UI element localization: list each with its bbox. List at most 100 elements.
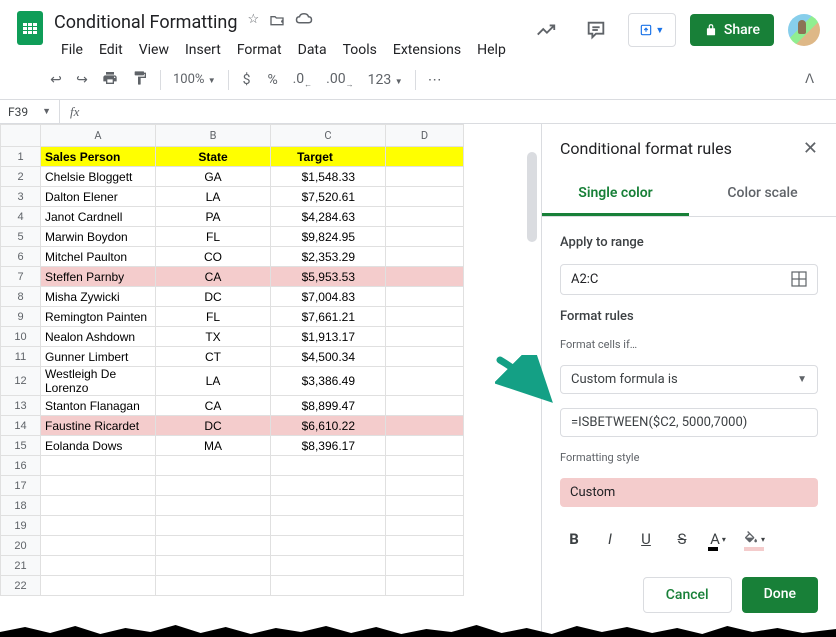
cell[interactable]: $1,913.17 bbox=[271, 327, 386, 347]
cell[interactable] bbox=[156, 556, 271, 576]
cell[interactable]: Target bbox=[271, 147, 386, 167]
row-header[interactable]: 18 bbox=[1, 496, 41, 516]
fill-color-button[interactable]: ▾ bbox=[740, 525, 768, 553]
decrease-decimal-button[interactable]: .0← bbox=[287, 65, 319, 95]
underline-button[interactable]: U bbox=[632, 525, 660, 553]
range-input[interactable]: A2:C bbox=[560, 264, 818, 295]
cell[interactable] bbox=[386, 147, 464, 167]
cell[interactable] bbox=[271, 476, 386, 496]
condition-select[interactable]: Custom formula is ▼ bbox=[560, 365, 818, 394]
row-header[interactable]: 12 bbox=[1, 367, 41, 396]
table-row[interactable]: 12Westleigh De LorenzoLA$3,386.49 bbox=[1, 367, 464, 396]
row-header[interactable]: 1 bbox=[1, 147, 41, 167]
cell[interactable]: Eolanda Dows bbox=[41, 436, 156, 456]
col-header-a[interactable]: A bbox=[41, 125, 156, 147]
table-row[interactable]: 22 bbox=[1, 576, 464, 596]
row-header[interactable]: 17 bbox=[1, 476, 41, 496]
cell[interactable]: CA bbox=[156, 267, 271, 287]
cell[interactable]: $5,953.53 bbox=[271, 267, 386, 287]
cell[interactable] bbox=[386, 287, 464, 307]
cell[interactable] bbox=[386, 536, 464, 556]
cell[interactable] bbox=[156, 476, 271, 496]
cell[interactable]: $7,004.83 bbox=[271, 287, 386, 307]
table-row[interactable]: 13Stanton FlanaganCA$8,899.47 bbox=[1, 396, 464, 416]
percent-button[interactable]: % bbox=[261, 66, 285, 94]
cell[interactable] bbox=[386, 307, 464, 327]
spreadsheet-grid[interactable]: A B C D 1Sales PersonStateTarget2Chelsie… bbox=[0, 124, 464, 596]
row-header[interactable]: 20 bbox=[1, 536, 41, 556]
cell[interactable]: Chelsie Bloggett bbox=[41, 167, 156, 187]
cell[interactable]: Nealon Ashdown bbox=[41, 327, 156, 347]
cell[interactable] bbox=[386, 556, 464, 576]
menu-tools[interactable]: Tools bbox=[336, 38, 384, 62]
cell[interactable] bbox=[41, 576, 156, 596]
cell[interactable] bbox=[156, 516, 271, 536]
cell[interactable]: FL bbox=[156, 307, 271, 327]
table-row[interactable]: 5Marwin BoydonFL$9,824.95 bbox=[1, 227, 464, 247]
cell[interactable] bbox=[386, 247, 464, 267]
cell[interactable] bbox=[386, 396, 464, 416]
cell[interactable]: Westleigh De Lorenzo bbox=[41, 367, 156, 396]
cell[interactable]: CO bbox=[156, 247, 271, 267]
cell[interactable] bbox=[41, 476, 156, 496]
row-header[interactable]: 5 bbox=[1, 227, 41, 247]
table-row[interactable]: 18 bbox=[1, 496, 464, 516]
more-formats-button[interactable]: 123 ▼ bbox=[362, 66, 409, 94]
menu-file[interactable]: File bbox=[54, 38, 90, 62]
cell[interactable] bbox=[156, 496, 271, 516]
cell[interactable] bbox=[386, 436, 464, 456]
table-row[interactable]: 19 bbox=[1, 516, 464, 536]
formula-input[interactable]: =ISBETWEEN($C2, 5000,7000) bbox=[560, 408, 818, 437]
cell[interactable] bbox=[386, 347, 464, 367]
cell[interactable]: LA bbox=[156, 187, 271, 207]
cell[interactable]: $3,386.49 bbox=[271, 367, 386, 396]
cell[interactable]: CT bbox=[156, 347, 271, 367]
cell[interactable] bbox=[271, 576, 386, 596]
move-icon[interactable] bbox=[269, 12, 285, 32]
cell[interactable] bbox=[386, 187, 464, 207]
cell[interactable] bbox=[386, 456, 464, 476]
sheets-logo[interactable] bbox=[10, 8, 50, 48]
close-icon[interactable]: ✕ bbox=[803, 138, 818, 159]
row-header[interactable]: 22 bbox=[1, 576, 41, 596]
cell[interactable]: $7,520.61 bbox=[271, 187, 386, 207]
cancel-button[interactable]: Cancel bbox=[643, 577, 732, 613]
cell[interactable] bbox=[156, 536, 271, 556]
cell[interactable]: $1,548.33 bbox=[271, 167, 386, 187]
cell[interactable]: $8,396.17 bbox=[271, 436, 386, 456]
cell[interactable] bbox=[386, 496, 464, 516]
row-header[interactable]: 13 bbox=[1, 396, 41, 416]
row-header[interactable]: 10 bbox=[1, 327, 41, 347]
menu-format[interactable]: Format bbox=[230, 38, 289, 62]
table-row[interactable]: 21 bbox=[1, 556, 464, 576]
table-row[interactable]: 16 bbox=[1, 456, 464, 476]
cell[interactable] bbox=[41, 556, 156, 576]
print-button[interactable] bbox=[96, 64, 124, 96]
cell[interactable] bbox=[41, 456, 156, 476]
italic-button[interactable]: I bbox=[596, 525, 624, 553]
menu-extensions[interactable]: Extensions bbox=[386, 38, 468, 62]
present-button[interactable]: ▼ bbox=[628, 13, 676, 47]
cell[interactable]: CA bbox=[156, 396, 271, 416]
cell[interactable] bbox=[386, 476, 464, 496]
cell[interactable]: Gunner Limbert bbox=[41, 347, 156, 367]
cell[interactable]: $8,899.47 bbox=[271, 396, 386, 416]
cell[interactable]: $4,500.34 bbox=[271, 347, 386, 367]
comments-icon[interactable] bbox=[578, 12, 614, 48]
cell[interactable]: MA bbox=[156, 436, 271, 456]
row-header[interactable]: 4 bbox=[1, 207, 41, 227]
cell[interactable]: GA bbox=[156, 167, 271, 187]
done-button[interactable]: Done bbox=[742, 577, 818, 613]
cell[interactable]: FL bbox=[156, 227, 271, 247]
doc-title[interactable]: Conditional Formatting bbox=[54, 12, 237, 33]
increase-decimal-button[interactable]: .00→ bbox=[320, 65, 359, 95]
cell[interactable]: Marwin Boydon bbox=[41, 227, 156, 247]
table-row[interactable]: 2Chelsie BloggettGA$1,548.33 bbox=[1, 167, 464, 187]
table-row[interactable]: 11Gunner LimbertCT$4,500.34 bbox=[1, 347, 464, 367]
cell[interactable] bbox=[386, 367, 464, 396]
collapse-toolbar-button[interactable]: ᐱ bbox=[795, 66, 824, 93]
strikethrough-button[interactable]: S bbox=[668, 525, 696, 553]
menu-help[interactable]: Help bbox=[470, 38, 513, 62]
table-row[interactable]: 15Eolanda DowsMA$8,396.17 bbox=[1, 436, 464, 456]
table-row[interactable]: 8Misha ZywickiDC$7,004.83 bbox=[1, 287, 464, 307]
